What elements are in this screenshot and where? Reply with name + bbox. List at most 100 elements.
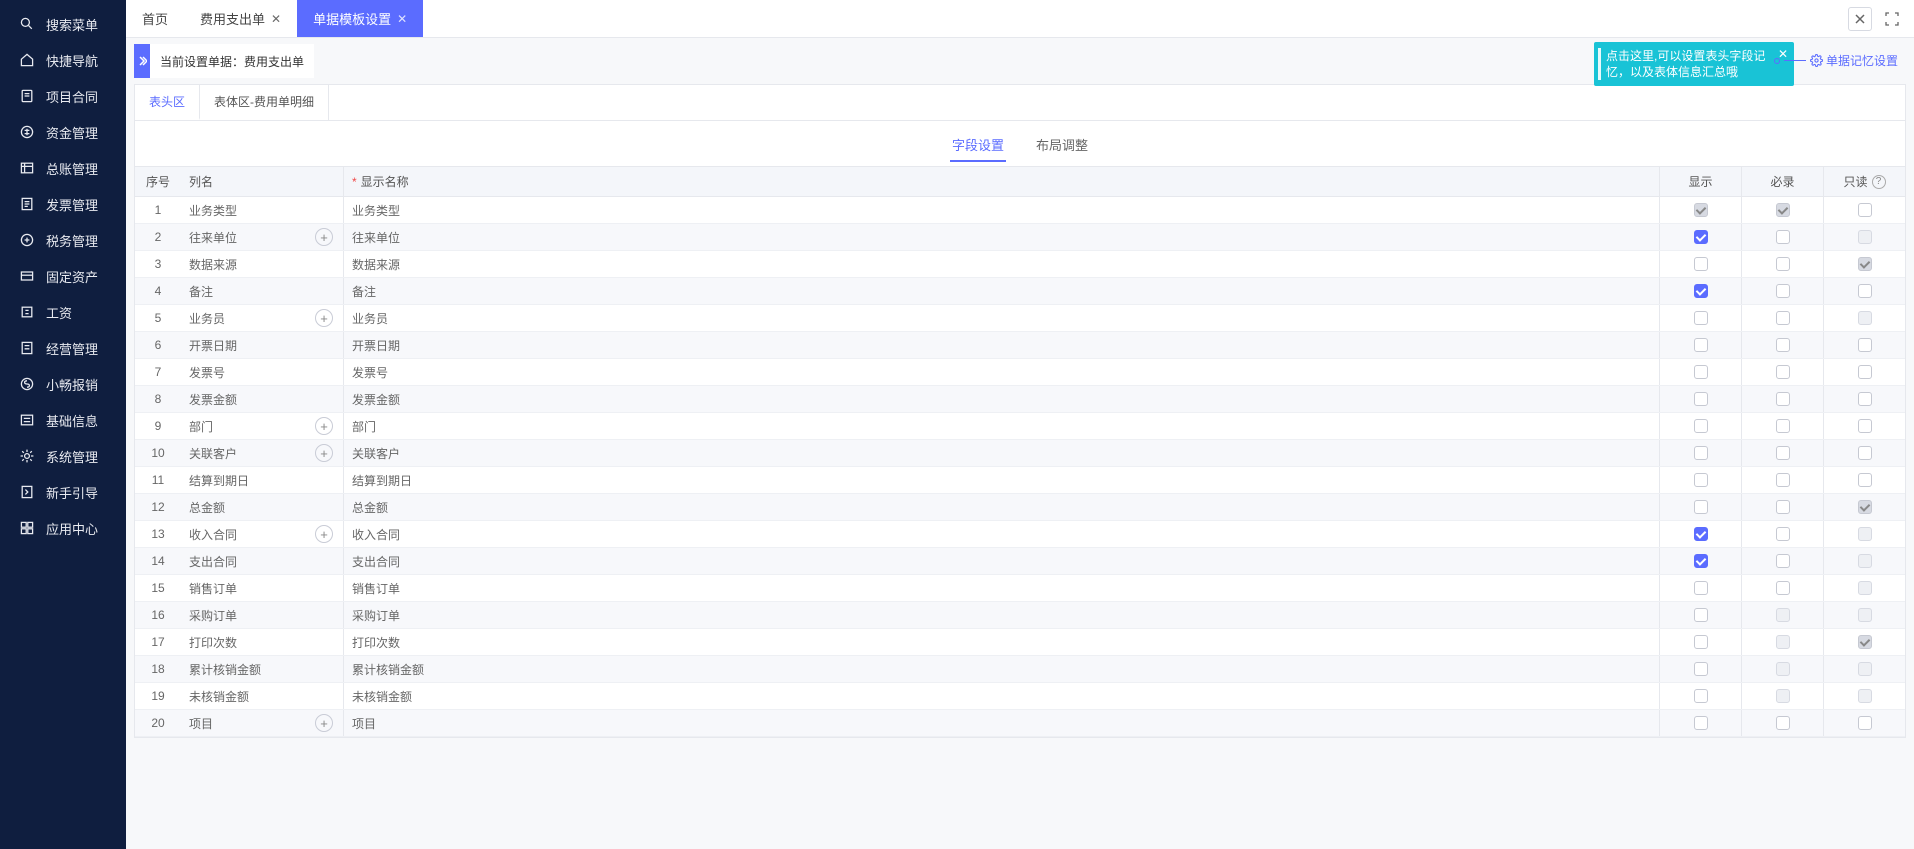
cell-display[interactable]: 业务类型 [343,197,1659,223]
nav-info[interactable]: 基础信息 [0,402,126,438]
checkbox[interactable] [1858,419,1872,433]
checkbox[interactable] [1776,284,1790,298]
nav-tax[interactable]: 税务管理 [0,222,126,258]
memory-settings-link[interactable]: 单据记忆设置 [1774,52,1898,69]
nav-home[interactable]: 快捷导航 [0,42,126,78]
close-icon[interactable]: ✕ [397,12,407,26]
nav-system[interactable]: 系统管理 [0,438,126,474]
checkbox[interactable] [1858,338,1872,352]
nav-guide[interactable]: 新手引导 [0,474,126,510]
checkbox[interactable] [1694,716,1708,730]
checkbox[interactable] [1858,392,1872,406]
checkbox[interactable] [1776,473,1790,487]
cell-display[interactable]: 结算到期日 [343,467,1659,493]
nav-reimburse[interactable]: 小畅报销 [0,366,126,402]
checkbox[interactable] [1694,338,1708,352]
checkbox[interactable] [1694,284,1708,298]
add-icon[interactable]: + [315,228,333,246]
checkbox[interactable] [1858,284,1872,298]
nav-invoice[interactable]: 发票管理 [0,186,126,222]
checkbox[interactable] [1694,311,1708,325]
inner-tab[interactable]: 布局调整 [1034,131,1090,162]
nav-search[interactable]: 搜索菜单 [0,6,126,42]
nav-manage[interactable]: 经营管理 [0,330,126,366]
checkbox[interactable] [1694,365,1708,379]
checkbox[interactable] [1776,311,1790,325]
cell-display[interactable]: 支出合同 [343,548,1659,574]
checkbox[interactable] [1694,689,1708,703]
cell-display[interactable]: 项目 [343,710,1659,736]
page-tab[interactable]: 费用支出单✕ [184,0,297,37]
checkbox[interactable] [1776,554,1790,568]
cell-display[interactable]: 往来单位 [343,224,1659,250]
cell-display[interactable]: 收入合同 [343,521,1659,547]
page-tab[interactable]: 单据模板设置✕ [297,0,423,37]
checkbox[interactable] [1694,527,1708,541]
add-icon[interactable]: + [315,309,333,327]
page-tab[interactable]: 首页 [126,0,184,37]
cell-display[interactable]: 开票日期 [343,332,1659,358]
checkbox[interactable] [1858,446,1872,460]
checkbox[interactable] [1776,446,1790,460]
checkbox[interactable] [1776,581,1790,595]
checkbox[interactable] [1858,473,1872,487]
checkbox[interactable] [1776,338,1790,352]
cell-display[interactable]: 总金额 [343,494,1659,520]
cell-display[interactable]: 未核销金额 [343,683,1659,709]
add-icon[interactable]: + [315,417,333,435]
table-row: 13收入合同+收入合同 [135,521,1905,548]
close-icon[interactable]: ✕ [271,12,281,26]
checkbox[interactable] [1776,230,1790,244]
add-icon[interactable]: + [315,444,333,462]
fullscreen-button[interactable] [1880,7,1904,31]
nav-ledger[interactable]: 总账管理 [0,150,126,186]
checkbox[interactable] [1776,419,1790,433]
checkbox[interactable] [1694,608,1708,622]
nav-salary[interactable]: 工资 [0,294,126,330]
cell-display[interactable]: 累计核销金额 [343,656,1659,682]
checkbox[interactable] [1858,203,1872,217]
section-tab[interactable]: 表体区-费用单明细 [200,85,329,120]
inner-tab[interactable]: 字段设置 [950,131,1006,162]
checkbox[interactable] [1776,500,1790,514]
checkbox[interactable] [1776,365,1790,379]
checkbox[interactable] [1694,662,1708,676]
section-tab[interactable]: 表头区 [135,85,200,120]
checkbox[interactable] [1776,716,1790,730]
cell-display[interactable]: 业务员 [343,305,1659,331]
nav-coin[interactable]: 资金管理 [0,114,126,150]
nav-apps[interactable]: 应用中心 [0,510,126,546]
checkbox[interactable] [1694,446,1708,460]
cell-display[interactable]: 销售订单 [343,575,1659,601]
cell-display[interactable]: 备注 [343,278,1659,304]
checkbox[interactable] [1776,392,1790,406]
checkbox[interactable] [1694,473,1708,487]
cell-readonly [1823,494,1905,520]
help-icon[interactable]: ? [1872,175,1886,189]
cell-display[interactable]: 采购订单 [343,602,1659,628]
cell-display[interactable]: 关联客户 [343,440,1659,466]
checkbox[interactable] [1694,635,1708,649]
checkbox[interactable] [1858,365,1872,379]
checkbox[interactable] [1694,554,1708,568]
collapse-handle[interactable] [134,44,150,78]
checkbox[interactable] [1694,392,1708,406]
checkbox[interactable] [1776,257,1790,271]
nav-asset[interactable]: 固定资产 [0,258,126,294]
checkbox[interactable] [1694,419,1708,433]
cell-display[interactable]: 发票号 [343,359,1659,385]
checkbox[interactable] [1694,230,1708,244]
checkbox[interactable] [1694,257,1708,271]
nav-doc[interactable]: 项目合同 [0,78,126,114]
cell-display[interactable]: 数据来源 [343,251,1659,277]
cell-display[interactable]: 发票金额 [343,386,1659,412]
add-icon[interactable]: + [315,525,333,543]
close-all-tabs-button[interactable] [1848,7,1872,31]
checkbox[interactable] [1858,716,1872,730]
add-icon[interactable]: + [315,714,333,732]
checkbox[interactable] [1776,527,1790,541]
checkbox[interactable] [1694,581,1708,595]
checkbox[interactable] [1694,500,1708,514]
cell-display[interactable]: 部门 [343,413,1659,439]
cell-display[interactable]: 打印次数 [343,629,1659,655]
